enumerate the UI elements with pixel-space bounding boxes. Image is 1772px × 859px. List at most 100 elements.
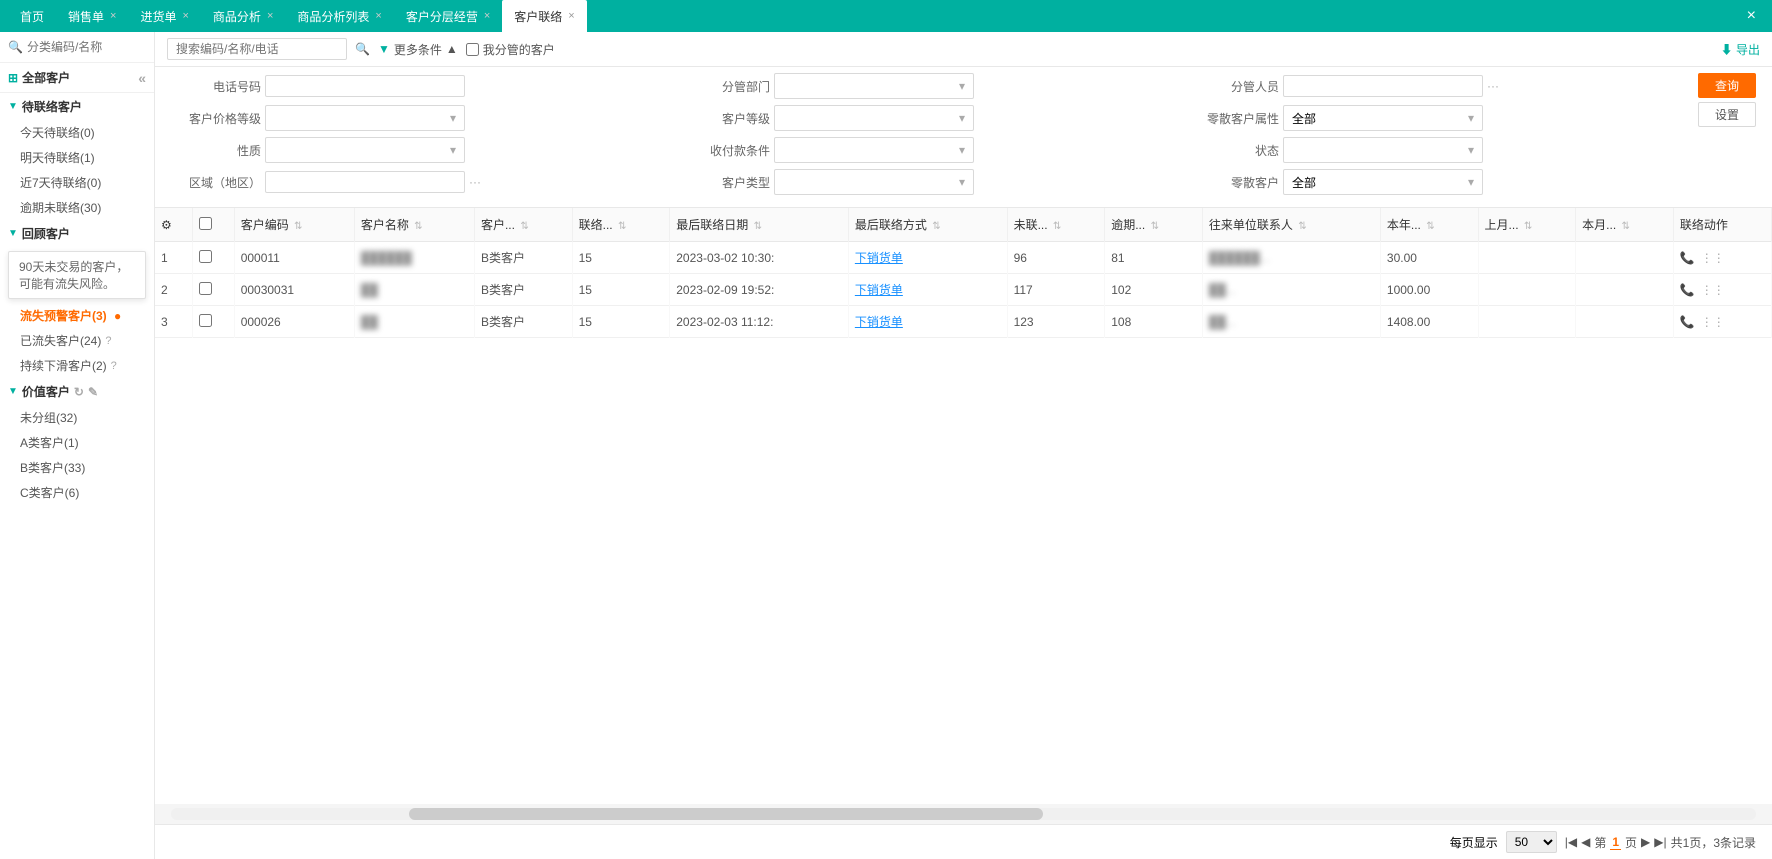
select-customer-level[interactable]: ▾: [774, 105, 974, 131]
sidebar-item-today[interactable]: 今天待联络(0): [0, 120, 154, 145]
sidebar-group-header-review[interactable]: ▼ 回顾客户: [0, 220, 154, 247]
sort-contact[interactable]: ⇅: [618, 221, 626, 232]
tab-customer-contact[interactable]: 客户联络 ×: [502, 0, 586, 32]
cell-actions: 📞 ⋮⋮: [1673, 306, 1771, 338]
sidebar-item-c-class[interactable]: C类客户(6): [0, 480, 154, 505]
row-checkbox[interactable]: [199, 314, 212, 327]
sidebar-search-input[interactable]: [27, 40, 155, 54]
dots-region[interactable]: ···: [469, 175, 481, 189]
tab-analysis[interactable]: 商品分析 ×: [201, 0, 285, 32]
cell-checkbox[interactable]: [192, 306, 234, 338]
sort-this-month[interactable]: ⇅: [1622, 221, 1630, 232]
last-method-link[interactable]: 下销货单: [855, 315, 903, 329]
select-dept[interactable]: ▾: [774, 73, 974, 99]
select-nature[interactable]: ▾: [265, 137, 465, 163]
sidebar-all-customers[interactable]: ⊞ 全部客户 «: [0, 63, 154, 93]
cell-checkbox[interactable]: [192, 242, 234, 274]
settings-btn[interactable]: 设置: [1698, 102, 1756, 127]
action-phone-icon[interactable]: 📞: [1680, 315, 1695, 329]
sidebar-item-tomorrow[interactable]: 明天待联络(1): [0, 145, 154, 170]
row-checkbox[interactable]: [199, 250, 212, 263]
sort-contact-person[interactable]: ⇅: [1298, 221, 1306, 232]
cell-last-month: [1478, 242, 1576, 274]
row-checkbox[interactable]: [199, 282, 212, 295]
sort-code[interactable]: ⇅: [294, 221, 302, 232]
tab-analysis-list[interactable]: 商品分析列表 ×: [285, 0, 393, 32]
sidebar-item-a-class[interactable]: A类客户(1): [0, 430, 154, 455]
close-tab-sales[interactable]: ×: [110, 10, 116, 22]
tab-customer-tier[interactable]: 客户分层经营 ×: [394, 0, 502, 32]
query-btn[interactable]: 查询: [1698, 73, 1756, 98]
close-window-btn[interactable]: ×: [1739, 7, 1764, 25]
last-page-btn[interactable]: ▶|: [1654, 835, 1666, 849]
tab-purchase[interactable]: 进货单 ×: [128, 0, 200, 32]
sidebar-item-churn-warning[interactable]: 流失预警客户(3) ●: [0, 303, 154, 328]
sort-not-contacted[interactable]: ⇅: [1053, 221, 1061, 232]
filter-search-input[interactable]: [167, 38, 347, 60]
tab-home[interactable]: 首页: [8, 0, 56, 32]
sidebar-item-ungrouped[interactable]: 未分组(32): [0, 405, 154, 430]
tab-sales[interactable]: 销售单 ×: [56, 0, 128, 32]
input-region[interactable]: [265, 171, 465, 193]
action-phone-icon[interactable]: 📞: [1680, 251, 1695, 265]
col-settings[interactable]: ⚙: [155, 208, 192, 242]
action-more-icon[interactable]: ⋮⋮: [1701, 251, 1725, 265]
sort-overdue[interactable]: ⇅: [1151, 221, 1159, 232]
select-retail-attr[interactable]: 全部 ▾: [1283, 105, 1483, 131]
my-customers-checkbox-label[interactable]: 我分管的客户: [466, 41, 555, 58]
close-tab-analysis[interactable]: ×: [267, 10, 273, 22]
select-price-level[interactable]: ▾: [265, 105, 465, 131]
sort-last-month[interactable]: ⇅: [1524, 221, 1532, 232]
action-phone-icon[interactable]: 📞: [1680, 283, 1695, 297]
edit-icon[interactable]: ✎: [88, 385, 98, 399]
select-all-checkbox[interactable]: [199, 217, 212, 230]
total-pages-label: 共1页，3条记录: [1671, 834, 1756, 851]
col-checkbox[interactable]: [192, 208, 234, 242]
horizontal-scrollbar[interactable]: [171, 808, 1756, 820]
select-payment[interactable]: ▾: [774, 137, 974, 163]
more-conditions-btn[interactable]: ▼ 更多条件 ▲: [378, 41, 458, 58]
sidebar-group-header-value[interactable]: ▼ 价值客户 ↻ ✎: [0, 378, 154, 405]
close-tab-customer-contact[interactable]: ×: [568, 10, 574, 22]
last-method-link[interactable]: 下销货单: [855, 283, 903, 297]
close-tab-analysis-list[interactable]: ×: [375, 10, 381, 22]
close-tab-purchase[interactable]: ×: [182, 10, 188, 22]
sort-type[interactable]: ⇅: [520, 221, 528, 232]
sidebar-item-declining[interactable]: 持续下滑客户(2) ?: [0, 353, 154, 378]
sidebar-group-header-pending[interactable]: ▼ 待联络客户: [0, 93, 154, 120]
sidebar-item-overdue[interactable]: 逾期未联络(30): [0, 195, 154, 220]
dots-manager[interactable]: ···: [1487, 79, 1499, 93]
my-customers-checkbox[interactable]: [466, 43, 479, 56]
cell-this-month: [1576, 306, 1674, 338]
cell-checkbox[interactable]: [192, 274, 234, 306]
table-row: 3 000026 ██ B类客户 15 2023-02-03 11:12: 下销…: [155, 306, 1772, 338]
sort-last-method[interactable]: ⇅: [932, 221, 940, 232]
action-more-icon[interactable]: ⋮⋮: [1701, 283, 1725, 297]
refresh-icon[interactable]: ↻: [74, 385, 84, 399]
per-page-select[interactable]: 50 100 200: [1506, 831, 1557, 853]
export-btn[interactable]: ⬇ 导出: [1721, 41, 1760, 58]
input-manager[interactable]: [1283, 75, 1483, 97]
sidebar-item-b-class[interactable]: B类客户(33): [0, 455, 154, 480]
cell-contact: 15: [572, 242, 670, 274]
action-more-icon[interactable]: ⋮⋮: [1701, 315, 1725, 329]
last-method-link[interactable]: 下销货单: [855, 251, 903, 265]
prev-page-btn[interactable]: ◀: [1581, 835, 1590, 849]
sidebar-item-7days[interactable]: 近7天待联络(0): [0, 170, 154, 195]
select-retail[interactable]: 全部 ▾: [1283, 169, 1483, 195]
close-tab-customer-tier[interactable]: ×: [484, 10, 490, 22]
cell-name: ██: [354, 274, 474, 306]
first-page-btn[interactable]: |◀: [1565, 835, 1577, 849]
filter-bar: 🔍 ▼ 更多条件 ▲ 我分管的客户 ⬇ 导出: [155, 32, 1772, 67]
select-customer-type[interactable]: ▾: [774, 169, 974, 195]
next-page-btn[interactable]: ▶: [1641, 835, 1650, 849]
sort-this-year[interactable]: ⇅: [1426, 221, 1434, 232]
sort-name[interactable]: ⇅: [414, 221, 422, 232]
scrollbar-thumb[interactable]: [409, 808, 1043, 820]
input-phone[interactable]: [265, 75, 465, 97]
search-btn-icon[interactable]: 🔍: [355, 42, 370, 56]
select-status[interactable]: ▾: [1283, 137, 1483, 163]
sort-last-date[interactable]: ⇅: [754, 221, 762, 232]
sidebar-item-churned[interactable]: 已流失客户(24) ?: [0, 328, 154, 353]
col-name: 客户名称 ⇅: [354, 208, 474, 242]
